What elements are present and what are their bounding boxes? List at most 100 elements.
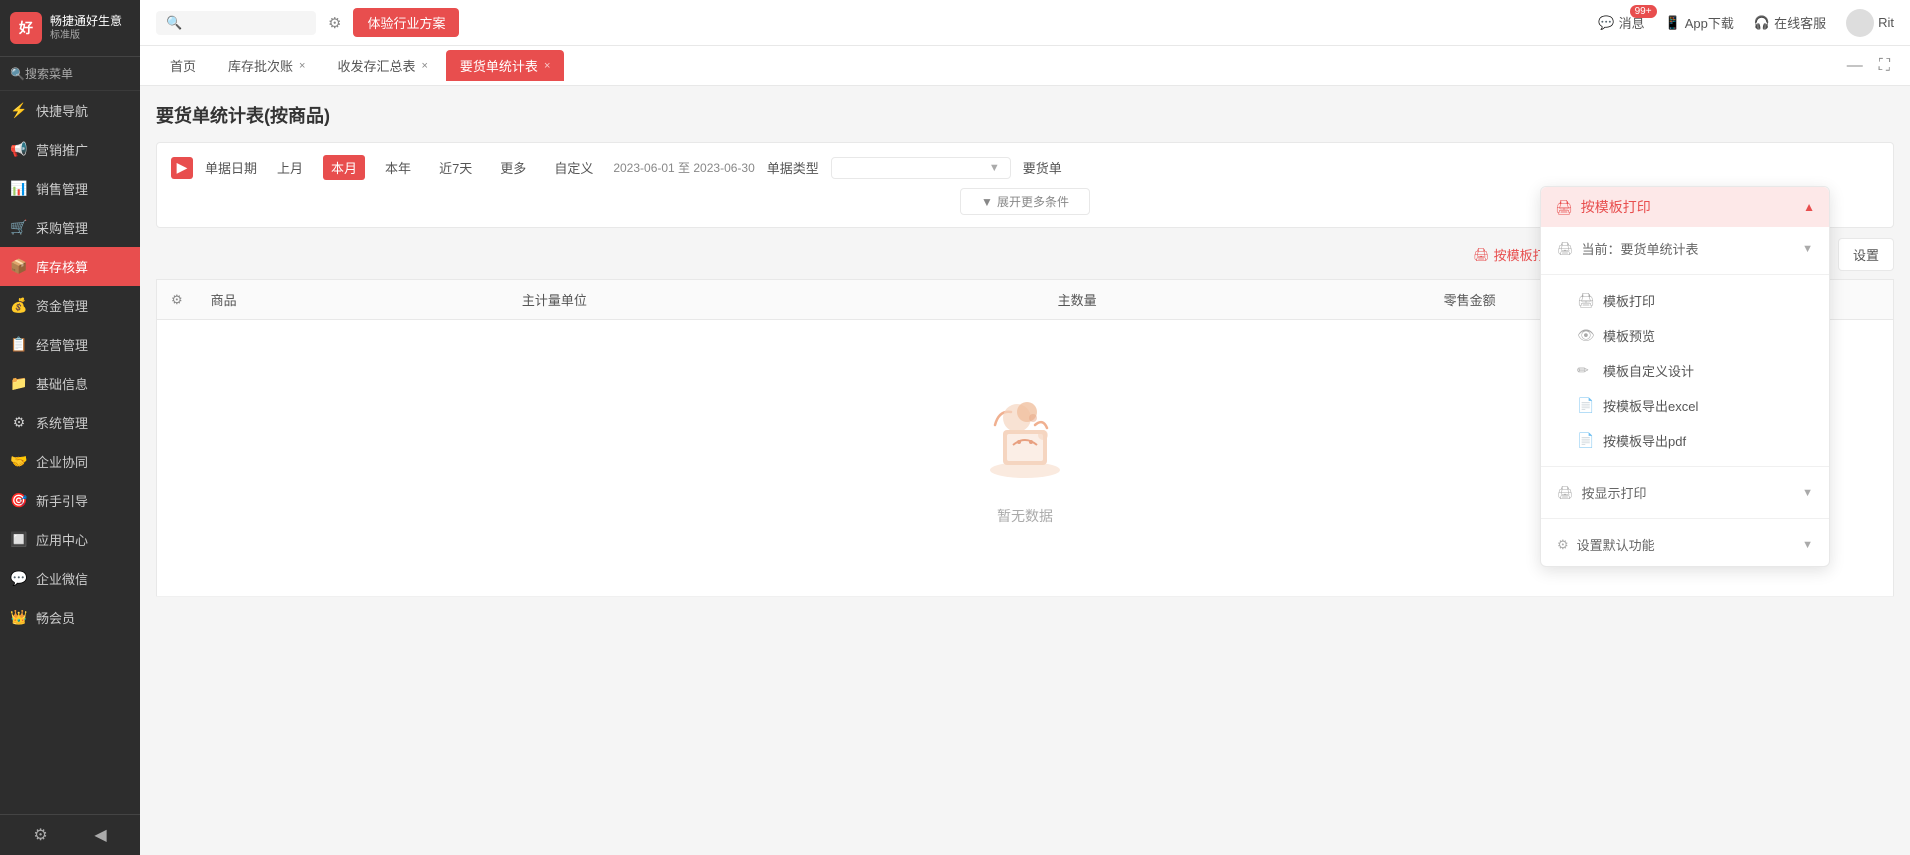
sidebar-item-apps[interactable]: 🔲 应用中心 [0,520,140,559]
expand-more-btn[interactable]: ▼ 展开更多条件 [960,188,1090,215]
template-excel-label: 按模板导出excel [1603,396,1698,415]
tab-inventory-batch-close[interactable]: × [299,60,305,72]
message-icon: 💬 [1598,15,1614,31]
display-print-arrow: ▼ [1802,487,1813,499]
settings-footer-btn[interactable]: ⚙ [33,825,47,845]
date-btn-last-month[interactable]: 上月 [269,155,311,180]
date-btn-this-year[interactable]: 本年 [377,155,419,180]
date-btn-custom[interactable]: 自定义 [546,155,601,180]
type-filter-label: 单据类型 [767,158,819,177]
inventory-icon: 📦 [10,258,28,275]
dropdown-header-left: 🖨 按模板打印 [1555,197,1651,217]
tabs-maximize-btn[interactable]: ⛶ [1875,53,1894,79]
trial-button[interactable]: 体验行业方案 [353,8,459,37]
sidebar-item-label: 系统管理 [36,413,88,432]
settings-btn[interactable]: 设置 [1838,238,1894,271]
printer-icon: 🖨 [1473,247,1490,263]
dropdown-current-template[interactable]: 🖨 当前：要货单统计表 ▼ [1541,231,1829,266]
topbar-search-icon: 🔍 [166,15,182,31]
marketing-icon: 📢 [10,141,28,158]
sidebar-footer: ⚙ ◀ [0,814,140,855]
template-excel-icon: 📄 [1577,397,1595,414]
sidebar-item-finance[interactable]: 💰 资金管理 [0,286,140,325]
sidebar-item-label: 资金管理 [36,296,88,315]
dropdown-item-template-excel[interactable]: 📄 按模板导出excel [1541,388,1829,423]
purchase-icon: 🛒 [10,219,28,236]
default-fn-icon: ⚙ [1557,537,1569,553]
sidebar-item-marketing[interactable]: 📢 营销推广 [0,130,140,169]
date-filter-label: 单据日期 [205,158,257,177]
current-template-label: 当前：要货单统计表 [1582,239,1699,258]
table-col-quantity: 主数量 [1044,280,1430,320]
sidebar-item-label: 营销推广 [36,140,88,159]
dropdown-item-template-pdf[interactable]: 📄 按模板导出pdf [1541,423,1829,458]
tab-home[interactable]: 首页 [156,50,210,81]
page-content: 要货单统计表(按商品) ▶ 单据日期 上月 本月 本年 近7天 更多 自定义 2… [140,86,1910,855]
sidebar-search[interactable]: 🔍 搜索菜单 [0,57,140,91]
online-support-item[interactable]: 🎧 在线客服 [1754,13,1826,32]
sidebar: 好 畅捷通好生意 标准版 🔍 搜索菜单 ⚡ 快捷导航 📢 营销推广 📊 销售管理… [0,0,140,855]
current-template-arrow: ▼ [1802,243,1813,255]
sidebar-item-wechat[interactable]: 💬 企业微信 [0,559,140,598]
sidebar-item-enterprise[interactable]: 🤝 企业协同 [0,442,140,481]
sidebar-item-purchase[interactable]: 🛒 采购管理 [0,208,140,247]
sidebar-item-label: 基础信息 [36,374,88,393]
user-item[interactable]: Rit [1846,9,1894,37]
tab-order-stats[interactable]: 要货单统计表 × [446,50,564,81]
dropdown-item-template-design[interactable]: ✏ 模板自定义设计 [1541,353,1829,388]
sidebar-item-label: 采购管理 [36,218,88,237]
sidebar-item-label: 畅会员 [36,608,75,627]
goods-filter-label: 要货单 [1023,158,1062,177]
app-download-item[interactable]: 📱 App下载 [1665,13,1734,32]
sidebar-item-quick-nav[interactable]: ⚡ 快捷导航 [0,91,140,130]
template-design-label: 模板自定义设计 [1603,361,1694,380]
sidebar-item-sales[interactable]: 📊 销售管理 [0,169,140,208]
basic-icon: 📁 [10,375,28,392]
template-preview-label: 模板预览 [1603,326,1655,345]
dropdown-item-template-preview[interactable]: 👁 模板预览 [1541,318,1829,353]
sidebar-item-inventory[interactable]: 📦 库存核算 [0,247,140,286]
message-item[interactable]: 💬 消息 99+ [1598,13,1644,32]
date-btn-7days[interactable]: 近7天 [431,155,480,180]
collapse-footer-btn[interactable]: ◀ [94,825,106,845]
date-btn-this-month[interactable]: 本月 [323,155,365,180]
topbar-search-box[interactable]: 🔍 [156,11,316,35]
date-btn-more[interactable]: 更多 [492,155,534,180]
sidebar-item-operation[interactable]: 📋 经营管理 [0,325,140,364]
dropdown-default-fn[interactable]: ⚙ 设置默认功能 ▼ [1541,527,1829,562]
dropdown-header[interactable]: 🖨 按模板打印 ▲ [1541,187,1829,227]
topbar-search-input[interactable] [188,16,288,30]
message-badge: 99+ [1630,5,1657,18]
topbar-gear-icon[interactable]: ⚙ [328,14,341,32]
sidebar-item-member[interactable]: 👑 畅会员 [0,598,140,637]
expand-more-icon: ▼ [981,195,993,209]
app-download-icon: 📱 [1665,15,1681,31]
tabs-right-controls: — ⛶ [1843,53,1894,79]
online-support-label: 在线客服 [1774,13,1826,32]
template-design-icon: ✏ [1577,362,1595,379]
type-filter-arrow: ▼ [989,162,1000,174]
page-title: 要货单统计表(按商品) [156,102,1894,128]
tabs-minimize-btn[interactable]: — [1843,53,1867,79]
sidebar-item-newbie[interactable]: 🎯 新手引导 [0,481,140,520]
tab-receipt-summary-close[interactable]: × [421,60,427,72]
dropdown-item-template-print[interactable]: 🖨 模板打印 [1541,283,1829,318]
expand-more-label: 展开更多条件 [997,193,1069,210]
default-fn-arrow: ▼ [1802,539,1813,551]
table-col-settings: ⚙ [157,280,197,320]
table-settings-gear-icon[interactable]: ⚙ [171,292,183,307]
sidebar-item-basic[interactable]: 📁 基础信息 [0,364,140,403]
filter-toggle-btn[interactable]: ▶ [171,157,193,179]
filter-row-main: ▶ 单据日期 上月 本月 本年 近7天 更多 自定义 2023-06-01 至 … [171,155,1879,180]
dropdown-collapse-arrow[interactable]: ▲ [1803,200,1815,214]
sidebar-item-system[interactable]: ⚙ 系统管理 [0,403,140,442]
tab-inventory-batch[interactable]: 库存批次账 × [214,50,319,81]
headset-icon: 🎧 [1754,15,1770,31]
tab-receipt-summary[interactable]: 收发存汇总表 × [323,50,441,81]
tab-order-stats-close[interactable]: × [544,60,550,72]
logo-text: 畅捷通好生意 标准版 [50,14,122,43]
dropdown-display-print[interactable]: 🖨 按显示打印 ▼ [1541,475,1829,510]
type-filter-select[interactable]: ▼ [831,157,1011,179]
sidebar-item-label: 应用中心 [36,530,88,549]
sidebar-item-label: 企业协同 [36,452,88,471]
